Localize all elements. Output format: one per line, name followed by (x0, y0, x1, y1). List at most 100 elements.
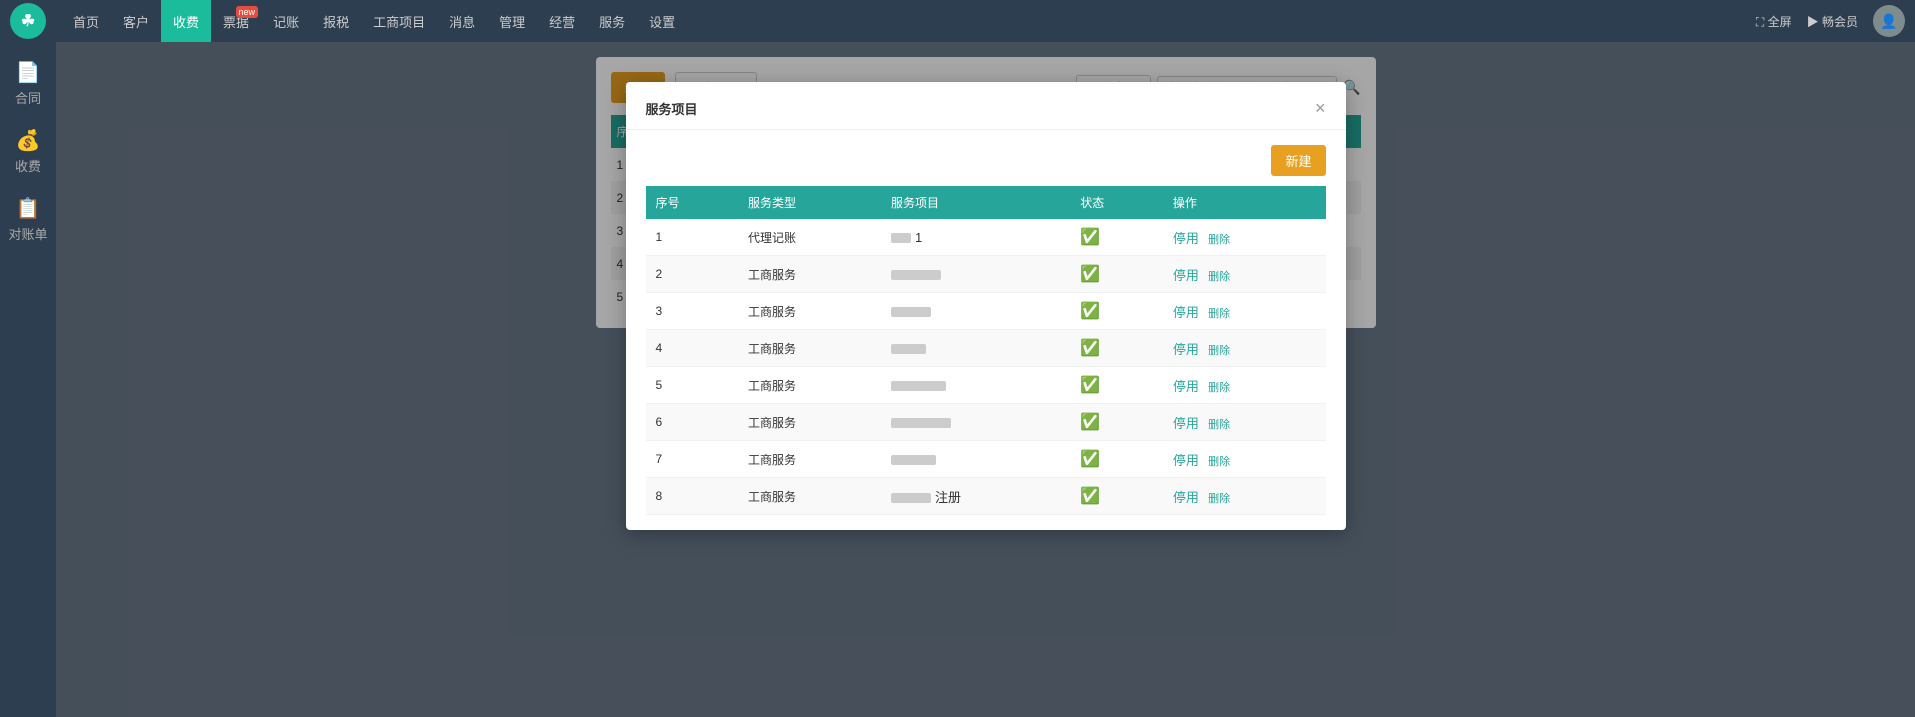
nav-item-home[interactable]: 首页 (61, 0, 111, 42)
modal-cell-type: 工商服务 (738, 404, 881, 441)
modal-table-row: 2 工商服务 ✅ 停用 删除 (646, 256, 1326, 293)
modal-cell-item: 注册 (881, 478, 1070, 515)
main-content: 新增 服务项目 进行中 已完成 全部 🔍 序号 合同编码 (56, 42, 1915, 717)
modal-cell-type: 工商服务 (738, 293, 881, 330)
fee-icon: 💰 (16, 128, 41, 153)
disable-link[interactable]: 停用 (1173, 305, 1199, 320)
modal-overlay: 服务项目 × 新建 序号 服务类型 服务项目 (56, 42, 1915, 717)
delete-link[interactable]: 删除 (1208, 382, 1230, 394)
delete-link[interactable]: 删除 (1208, 419, 1230, 431)
disable-link[interactable]: 停用 (1173, 231, 1199, 246)
modal-table-row: 5 工商服务 ✅ 停用 删除 (646, 367, 1326, 404)
disable-link[interactable]: 停用 (1173, 416, 1199, 431)
modal-cell-type: 工商服务 (738, 367, 881, 404)
modal-table-row: 6 工商服务 ✅ 停用 删除 (646, 404, 1326, 441)
modal-header: 服务项目 × (626, 82, 1346, 130)
contract-icon: 📄 (16, 60, 41, 85)
disable-link[interactable]: 停用 (1173, 453, 1199, 468)
disable-link[interactable]: 停用 (1173, 379, 1199, 394)
modal-cell-seq: 2 (646, 256, 739, 293)
delete-link[interactable]: 删除 (1208, 345, 1230, 357)
modal-table-row: 8 工商服务 注册 ✅ 停用 删除 (646, 478, 1326, 515)
modal-cell-seq: 1 (646, 219, 739, 256)
modal-cell-action[interactable]: 停用 删除 (1163, 256, 1326, 293)
app-logo: ☘ (10, 3, 46, 39)
modal-close-button[interactable]: × (1315, 98, 1326, 119)
modal-col-item: 服务项目 (881, 186, 1070, 219)
nav-item-manage[interactable]: 管理 (487, 0, 537, 42)
modal-cell-item (881, 330, 1070, 367)
modal-table-row: 1 代理记账 1 ✅ 停用 删除 (646, 219, 1326, 256)
modal-cell-status: ✅ (1070, 404, 1163, 441)
modal-table-wrap[interactable]: 序号 服务类型 服务项目 状态 操作 1 代理记账 1 ✅ (646, 186, 1326, 515)
member-btn[interactable]: ▶ 畅会员 (1807, 13, 1858, 30)
modal-cell-action[interactable]: 停用 删除 (1163, 478, 1326, 515)
modal-cell-item (881, 367, 1070, 404)
modal-cell-type: 工商服务 (738, 441, 881, 478)
top-nav: ☘ 首页 客户 收费 票据 new 记账 报税 工商项目 消息 管理 经营 服务… (0, 0, 1915, 42)
disable-link[interactable]: 停用 (1173, 268, 1199, 283)
modal-cell-item (881, 256, 1070, 293)
service-items-table: 序号 服务类型 服务项目 状态 操作 1 代理记账 1 ✅ (646, 186, 1326, 515)
modal-new-button[interactable]: 新建 (1271, 145, 1325, 176)
nav-item-jingying[interactable]: 经营 (537, 0, 587, 42)
nav-item-settings[interactable]: 设置 (637, 0, 687, 42)
modal-cell-status: ✅ (1070, 367, 1163, 404)
nav-item-msg[interactable]: 消息 (437, 0, 487, 42)
delete-link[interactable]: 删除 (1208, 234, 1230, 246)
modal-cell-seq: 7 (646, 441, 739, 478)
modal-cell-action[interactable]: 停用 删除 (1163, 330, 1326, 367)
sidebar-item-duizhang[interactable]: 📋 对账单 (3, 188, 53, 251)
modal-cell-item: 1 (881, 219, 1070, 256)
delete-link[interactable]: 删除 (1208, 271, 1230, 283)
modal-cell-status: ✅ (1070, 330, 1163, 367)
modal-title: 服务项目 (646, 99, 698, 118)
modal-cell-action[interactable]: 停用 删除 (1163, 293, 1326, 330)
nav-item-shoufe[interactable]: 收费 (161, 0, 211, 42)
modal-col-action: 操作 (1163, 186, 1326, 219)
modal-cell-action[interactable]: 停用 删除 (1163, 367, 1326, 404)
modal-cell-action[interactable]: 停用 删除 (1163, 404, 1326, 441)
nav-item-gongshang[interactable]: 工商项目 (361, 0, 437, 42)
avatar[interactable]: 👤 (1873, 5, 1905, 37)
new-badge: new (236, 6, 259, 18)
delete-link[interactable]: 删除 (1208, 493, 1230, 505)
delete-link[interactable]: 删除 (1208, 308, 1230, 320)
fullscreen-btn[interactable]: ⛶ 全屏 (1756, 13, 1792, 30)
modal-cell-action[interactable]: 停用 删除 (1163, 219, 1326, 256)
modal-col-type: 服务类型 (738, 186, 881, 219)
top-nav-right: ⛶ 全屏 ▶ 畅会员 👤 (1756, 5, 1905, 37)
modal-cell-seq: 4 (646, 330, 739, 367)
nav-item-bao[interactable]: 报税 (311, 0, 361, 42)
modal-cell-item (881, 441, 1070, 478)
modal-cell-seq: 5 (646, 367, 739, 404)
modal-cell-status: ✅ (1070, 293, 1163, 330)
app-layout: 📄 合同 💰 收费 📋 对账单 新增 服务项目 进行中 已完成 全部 (0, 42, 1915, 717)
modal-table-row: 3 工商服务 ✅ 停用 删除 (646, 293, 1326, 330)
modal-table-row: 7 工商服务 ✅ 停用 删除 (646, 441, 1326, 478)
modal-cell-seq: 3 (646, 293, 739, 330)
sidebar-item-shoufe[interactable]: 💰 收费 (3, 120, 53, 183)
modal-cell-item (881, 293, 1070, 330)
modal-cell-type: 代理记账 (738, 219, 881, 256)
modal-cell-type: 工商服务 (738, 256, 881, 293)
modal-cell-item (881, 404, 1070, 441)
sidebar-item-hetong[interactable]: 📄 合同 (3, 52, 53, 115)
disable-link[interactable]: 停用 (1173, 490, 1199, 505)
nav-item-service[interactable]: 服务 (587, 0, 637, 42)
nav-item-piaoju[interactable]: 票据 new (211, 0, 261, 42)
sidebar: 📄 合同 💰 收费 📋 对账单 (0, 42, 56, 717)
modal-cell-seq: 6 (646, 404, 739, 441)
nav-item-client[interactable]: 客户 (111, 0, 161, 42)
modal-toolbar: 新建 (646, 145, 1326, 176)
modal-cell-status: ✅ (1070, 219, 1163, 256)
delete-link[interactable]: 删除 (1208, 456, 1230, 468)
modal-cell-status: ✅ (1070, 478, 1163, 515)
modal-cell-action[interactable]: 停用 删除 (1163, 441, 1326, 478)
modal-cell-status: ✅ (1070, 256, 1163, 293)
modal-table-row: 4 工商服务 ✅ 停用 删除 (646, 330, 1326, 367)
modal-cell-status: ✅ (1070, 441, 1163, 478)
nav-item-jiz[interactable]: 记账 (261, 0, 311, 42)
modal-cell-type: 工商服务 (738, 478, 881, 515)
disable-link[interactable]: 停用 (1173, 342, 1199, 357)
